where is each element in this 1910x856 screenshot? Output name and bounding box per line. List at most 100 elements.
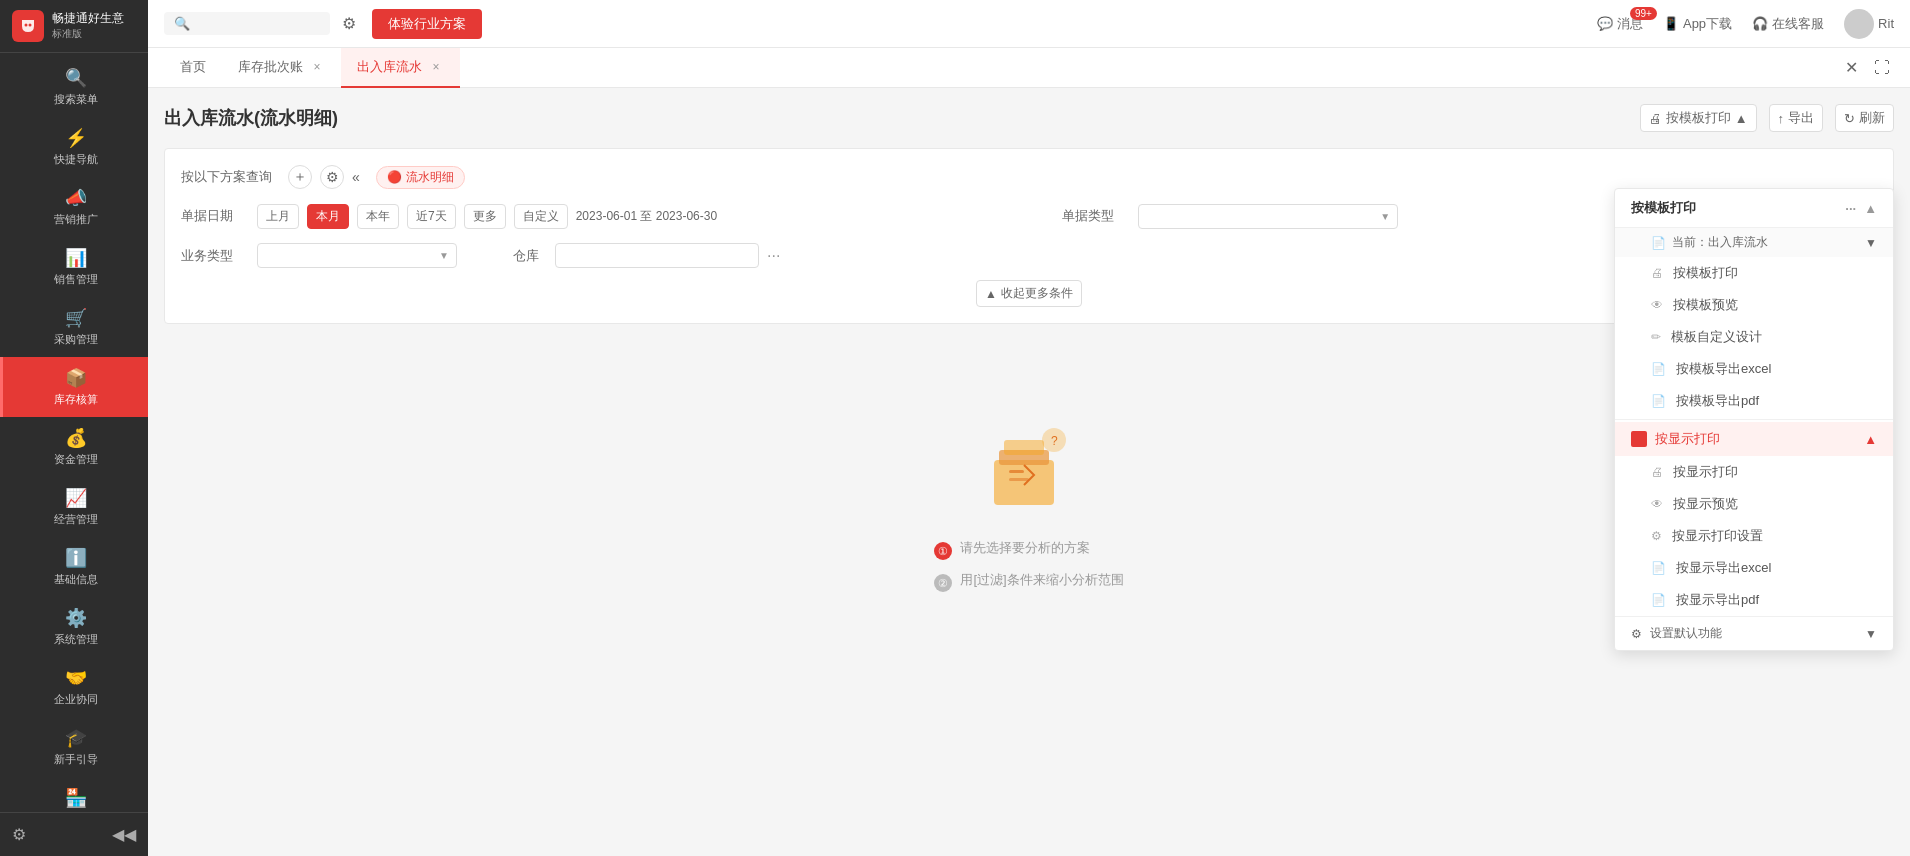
sidebar-item-label-purchase: 采购管理	[54, 332, 98, 347]
refresh-btn[interactable]: ↻ 刷新	[1835, 104, 1894, 132]
sidebar-item-guide[interactable]: 🎓 新手引导	[0, 717, 148, 777]
tab-inventory-batch[interactable]: 库存批次账 ×	[222, 48, 341, 88]
sidebar-item-system[interactable]: ⚙️ 系统管理	[0, 597, 148, 657]
sidebar-item-label-guide: 新手引导	[54, 752, 98, 767]
dots-icon[interactable]: ···	[1845, 201, 1856, 216]
dropdown-item-template-export-pdf[interactable]: 📄 按模板导出pdf	[1615, 385, 1893, 417]
dropdown-item-display-print[interactable]: 🖨 按显示打印	[1615, 456, 1893, 488]
app-download-btn[interactable]: 📱 App下载	[1663, 15, 1732, 33]
dropdown-item-display-print-settings[interactable]: ⚙ 按显示打印设置	[1615, 520, 1893, 552]
doc-type-dropdown[interactable]	[1138, 204, 1398, 229]
app-name: 畅捷通好生意	[52, 11, 124, 27]
sidebar-item-basic-info[interactable]: ℹ️ 基础信息	[0, 537, 148, 597]
warehouse-input[interactable]	[555, 243, 759, 268]
basic-info-icon: ℹ️	[65, 547, 87, 569]
settings-icon[interactable]: ⚙	[12, 825, 26, 844]
operation-icon: 📈	[65, 487, 87, 509]
sidebar-item-enterprise[interactable]: 🤝 企业协同	[0, 657, 148, 717]
sidebar-item-sales[interactable]: 📊 销售管理	[0, 237, 148, 297]
doc-type-select[interactable]: ▼	[1138, 204, 1398, 229]
tab-home[interactable]: 首页	[164, 48, 222, 88]
sales-icon: 📊	[65, 247, 87, 269]
chevron-up-icon: ▲	[1735, 111, 1748, 126]
sidebar-item-finance[interactable]: 💰 资金管理	[0, 417, 148, 477]
industry-btn[interactable]: 体验行业方案	[372, 9, 482, 39]
dropdown-item-display-preview[interactable]: 👁 按显示预览	[1615, 488, 1893, 520]
date-btn-last-month[interactable]: 上月	[257, 204, 299, 229]
dropdown-item-template-export-excel[interactable]: 📄 按模板导出excel	[1615, 353, 1893, 385]
dropdown-item-display-export-pdf[interactable]: 📄 按显示导出pdf	[1615, 584, 1893, 616]
svg-point-0	[25, 24, 28, 27]
tag-icon: 🔴	[387, 170, 402, 184]
tab-inout-flow[interactable]: 出入库流水 ×	[341, 48, 460, 88]
topbar: 🔍 ⚙ 体验行业方案 💬 消息 99+ 📱 App下载 🎧 在线客服 R	[148, 0, 1910, 48]
settings-icon[interactable]: ⚙	[342, 14, 356, 33]
chevron-up-dropdown[interactable]: ▲	[1864, 201, 1877, 216]
sidebar-item-label-search: 搜索菜单	[54, 92, 98, 107]
date-btn-7days[interactable]: 近7天	[407, 204, 456, 229]
sidebar-item-marketing[interactable]: 📣 营销推广	[0, 177, 148, 237]
display-print-section[interactable]: 按显示打印 ▲	[1615, 422, 1893, 456]
sidebar-item-label-basic-info: 基础信息	[54, 572, 98, 587]
excel-icon: 📄	[1651, 362, 1666, 376]
dropdown-title: 按模板打印	[1631, 199, 1696, 217]
sidebar: 畅捷通好生意 标准版 🔍 搜索菜单 ⚡ 快捷导航 📣 营销推广 📊 销售管理 🛒…	[0, 0, 148, 856]
collapse-sidebar-icon[interactable]: ◀◀	[112, 825, 136, 844]
sidebar-item-label-enterprise: 企业协同	[54, 692, 98, 707]
svg-rect-6	[1009, 478, 1029, 481]
tab-inventory-batch-close[interactable]: ×	[309, 59, 325, 75]
warehouse-more-btn[interactable]: ···	[767, 247, 780, 265]
dropdown-item-template-preview[interactable]: 👁 按模板预览	[1615, 289, 1893, 321]
empty-hint2: ② 用[过滤]条件来缩小分析范围	[934, 571, 1123, 595]
date-btn-more[interactable]: 更多	[464, 204, 506, 229]
customer-service-btn[interactable]: 🎧 在线客服	[1752, 15, 1824, 33]
warehouse-filter: ···	[555, 243, 780, 268]
search-box[interactable]: 🔍	[164, 12, 330, 35]
display-section-collapse[interactable]: ▲	[1864, 432, 1877, 447]
user-avatar-btn[interactable]: Rit	[1844, 9, 1894, 39]
inventory-icon: 📦	[65, 367, 87, 389]
dropdown-footer[interactable]: ⚙ 设置默认功能 ▼	[1615, 616, 1893, 650]
search-icon: 🔍	[65, 67, 87, 89]
biz-type-dropdown[interactable]	[257, 243, 457, 268]
svg-text:?: ?	[1051, 434, 1058, 448]
finance-icon: 💰	[65, 427, 87, 449]
sidebar-item-search[interactable]: 🔍 搜索菜单	[0, 57, 148, 117]
sidebar-item-operation[interactable]: 📈 经营管理	[0, 477, 148, 537]
export-btn[interactable]: ↑ 导出	[1769, 104, 1824, 132]
sidebar-item-label-system: 系统管理	[54, 632, 98, 647]
sidebar-item-purchase[interactable]: 🛒 采购管理	[0, 297, 148, 357]
date-btn-this-month[interactable]: 本月	[307, 204, 349, 229]
close-all-tabs-btn[interactable]: ✕	[1841, 54, 1862, 81]
print-btn[interactable]: 🖨 按模板打印 ▲	[1640, 104, 1757, 132]
collapse-more-btn[interactable]: ▲ 收起更多条件	[976, 280, 1082, 307]
active-filter-tag[interactable]: 🔴 流水明细	[376, 166, 465, 189]
dropdown-item-template-custom[interactable]: ✏ 模板自定义设计	[1615, 321, 1893, 353]
dropdown-item-display-export-excel[interactable]: 📄 按显示导出excel	[1615, 552, 1893, 584]
sidebar-item-quick-nav[interactable]: ⚡ 快捷导航	[0, 117, 148, 177]
expand-tabs-btn[interactable]: ⛶	[1870, 55, 1894, 81]
message-icon: 💬	[1597, 16, 1613, 31]
system-icon: ⚙️	[65, 607, 87, 629]
dropdown-item-template-print[interactable]: 🖨 按模板打印	[1615, 257, 1893, 289]
search-input[interactable]	[190, 16, 320, 31]
tab-inout-flow-close[interactable]: ×	[428, 59, 444, 75]
svg-rect-4	[1004, 440, 1044, 455]
filter-settings-btn[interactable]: ⚙	[320, 165, 344, 189]
empty-hint1: ① 请先选择要分析的方案	[934, 539, 1090, 563]
quick-nav-icon: ⚡	[65, 127, 87, 149]
biz-type-select[interactable]: ▼	[257, 243, 457, 268]
date-btn-custom[interactable]: 自定义	[514, 204, 568, 229]
tag-label: 流水明细	[406, 169, 454, 186]
collapse-btn[interactable]: «	[352, 169, 360, 185]
current-arrow: ▼	[1865, 236, 1877, 250]
sidebar-item-app-center[interactable]: 🏪 应用中心	[0, 777, 148, 812]
add-filter-btn[interactable]: ＋	[288, 165, 312, 189]
sidebar-item-inventory[interactable]: 📦 库存核算	[0, 357, 148, 417]
empty-icon-svg: ?	[969, 400, 1089, 520]
svg-rect-5	[1009, 470, 1024, 473]
main-area: 🔍 ⚙ 体验行业方案 💬 消息 99+ 📱 App下载 🎧 在线客服 R	[148, 0, 1910, 856]
guide-icon: 🎓	[65, 727, 87, 749]
date-btn-this-year[interactable]: 本年	[357, 204, 399, 229]
messages-btn[interactable]: 💬 消息 99+	[1597, 15, 1643, 33]
